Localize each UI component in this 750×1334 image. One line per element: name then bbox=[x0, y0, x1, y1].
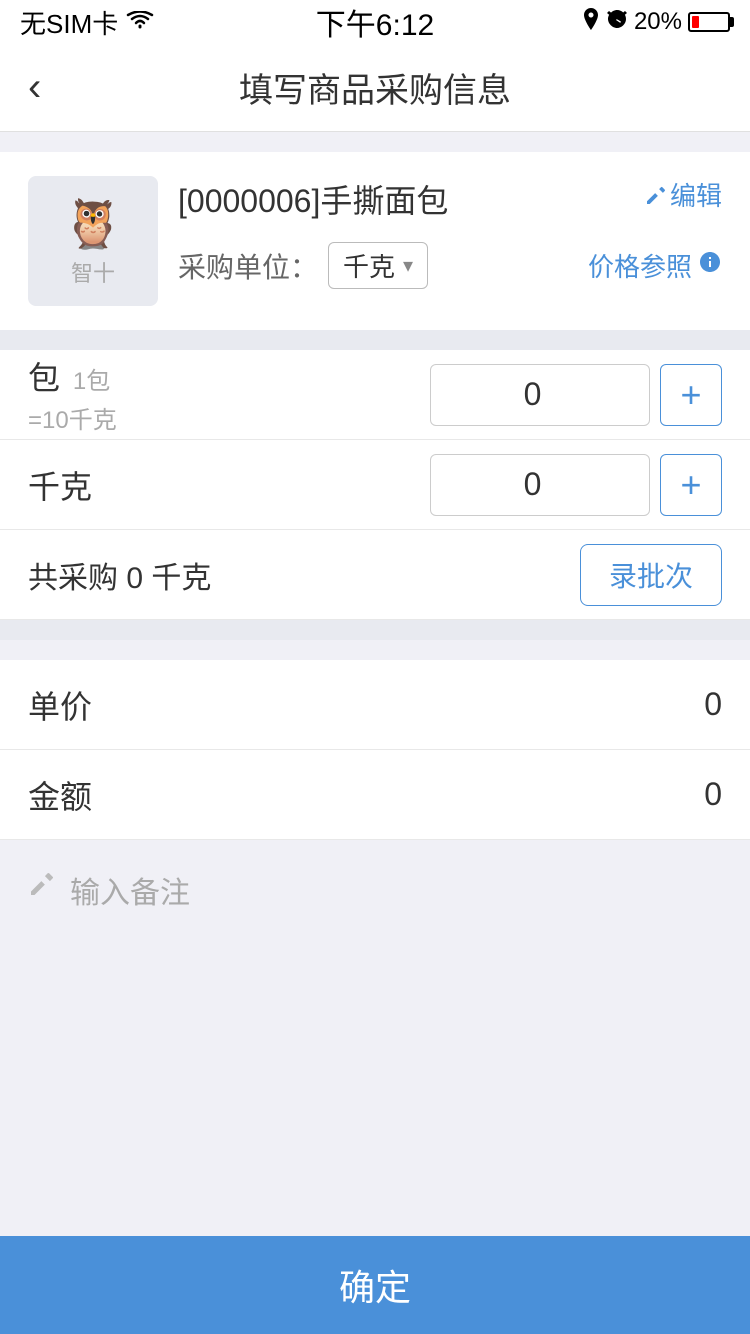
kg-plus-button[interactable]: + bbox=[660, 454, 722, 516]
unit-dropdown[interactable]: 千克 ▾ bbox=[328, 242, 428, 289]
nav-bar: ‹ 填写商品采购信息 bbox=[0, 44, 750, 132]
location-icon bbox=[582, 8, 600, 37]
section-divider-1 bbox=[0, 330, 750, 350]
unit-price-row: 单价 0 bbox=[0, 660, 750, 750]
product-name: [0000006]手撕面包 bbox=[178, 176, 448, 222]
page-title: 填写商品采购信息 bbox=[239, 63, 511, 112]
battery-percent: 20% bbox=[634, 8, 682, 36]
dropdown-arrow-icon: ▾ bbox=[403, 253, 413, 278]
back-button[interactable]: ‹ bbox=[28, 65, 41, 110]
product-card: 🦉 智十 [0000006]手撕面包 编辑 采购单位： 千克 ▾ bbox=[0, 152, 750, 330]
status-bar: 无SIM卡 下午6:12 20% bbox=[0, 0, 750, 44]
amount-value: 0 bbox=[704, 776, 722, 813]
summary-value: 0 bbox=[126, 562, 151, 595]
bao-input-row: 包 1包=10千克 + bbox=[0, 350, 750, 440]
status-left: 无SIM卡 bbox=[20, 4, 154, 41]
alarm-icon bbox=[606, 8, 628, 37]
info-icon bbox=[698, 250, 722, 281]
carrier-text: 无SIM卡 bbox=[20, 4, 118, 41]
summary-text: 共采购 0 千克 bbox=[28, 553, 211, 597]
unit-price-value: 0 bbox=[704, 686, 722, 723]
kg-input-right: + bbox=[148, 454, 722, 516]
pencil-icon bbox=[28, 870, 56, 905]
unit-price-label: 单价 bbox=[28, 682, 92, 728]
unit-value: 千克 bbox=[343, 247, 395, 284]
bao-input[interactable] bbox=[430, 364, 650, 426]
product-owl-icon: 🦉 bbox=[63, 195, 123, 252]
bao-label: 包 1包=10千克 bbox=[28, 353, 148, 436]
battery-icon bbox=[688, 12, 730, 32]
unit-label: 采购单位： 千克 ▾ bbox=[178, 242, 428, 289]
wifi-icon bbox=[126, 7, 154, 38]
confirm-button[interactable]: 确定 bbox=[0, 1236, 750, 1334]
product-header: [0000006]手撕面包 编辑 bbox=[178, 176, 722, 222]
bao-plus-button[interactable]: + bbox=[660, 364, 722, 426]
bao-input-right: + bbox=[148, 364, 722, 426]
input-section: 包 1包=10千克 + 千克 + 共采购 0 千克 录批次 bbox=[0, 350, 750, 620]
price-section: 单价 0 金额 0 bbox=[0, 660, 750, 840]
product-info: [0000006]手撕面包 编辑 采购单位： 千克 ▾ 价格参照 bbox=[178, 176, 722, 289]
remark-placeholder: 输入备注 bbox=[70, 868, 190, 912]
batch-button[interactable]: 录批次 bbox=[580, 544, 722, 606]
product-image-subtext: 智十 bbox=[71, 256, 115, 288]
kg-label: 千克 bbox=[28, 462, 148, 508]
kg-input[interactable] bbox=[430, 454, 650, 516]
product-image: 🦉 智十 bbox=[28, 176, 158, 306]
status-right: 20% bbox=[582, 8, 730, 37]
kg-input-row: 千克 + bbox=[0, 440, 750, 530]
remark-section[interactable]: 输入备注 bbox=[0, 840, 750, 940]
summary-row: 共采购 0 千克 录批次 bbox=[0, 530, 750, 620]
section-divider-2 bbox=[0, 620, 750, 640]
price-ref-button[interactable]: 价格参照 bbox=[588, 247, 722, 284]
amount-row: 金额 0 bbox=[0, 750, 750, 840]
product-edit-button[interactable]: 编辑 bbox=[644, 176, 722, 213]
main-content: 🦉 智十 [0000006]手撕面包 编辑 采购单位： 千克 ▾ bbox=[0, 152, 750, 1038]
status-time: 下午6:12 bbox=[316, 0, 434, 44]
product-unit-row: 采购单位： 千克 ▾ 价格参照 bbox=[178, 242, 722, 289]
amount-label: 金额 bbox=[28, 772, 92, 818]
